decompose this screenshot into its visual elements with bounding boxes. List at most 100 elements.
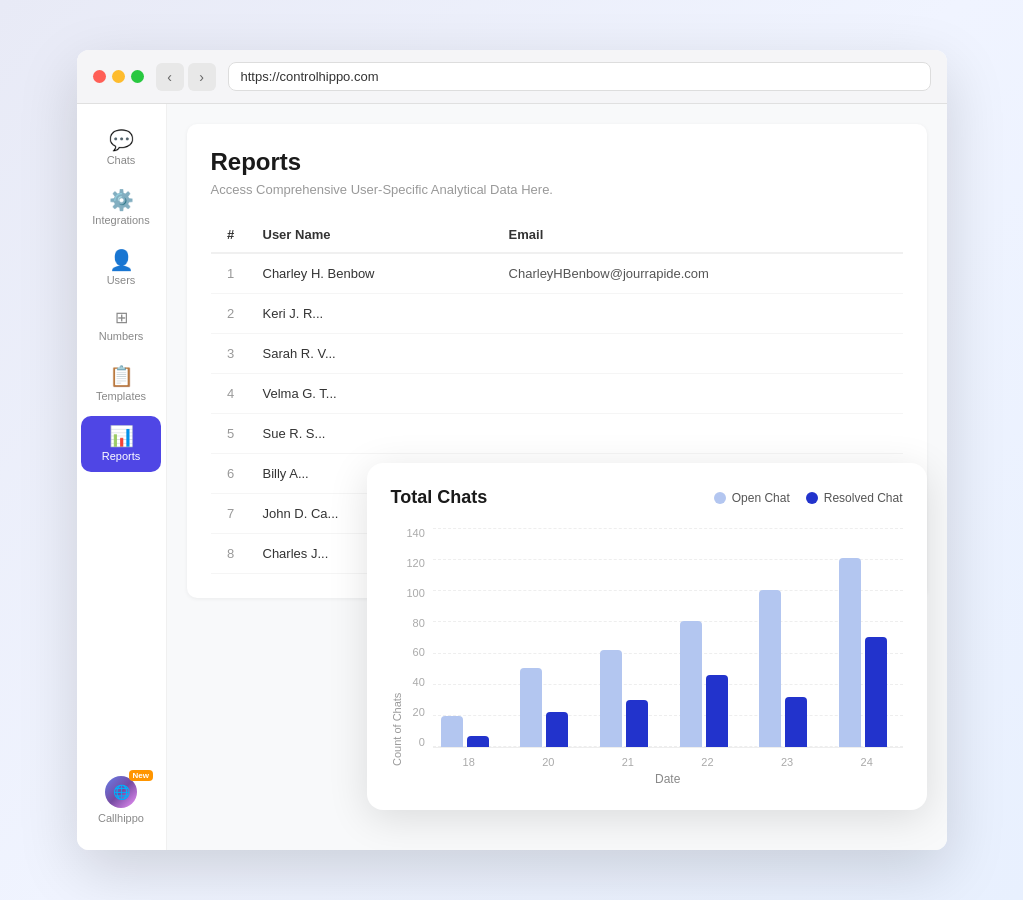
y-label: 20 xyxy=(413,707,425,718)
row-num: 1 xyxy=(211,253,251,294)
resolved-bar xyxy=(706,675,728,747)
y-axis-title: Count of Chats xyxy=(391,528,403,766)
sidebar-label-callhippo: Callhippo xyxy=(98,812,144,824)
browser-window: ‹ › https://controlhippo.com 💬 Chats ⚙️ … xyxy=(77,50,947,850)
forward-button[interactable]: › xyxy=(188,63,216,91)
chart-legend: Open Chat Resolved Chat xyxy=(714,491,903,505)
open-bar xyxy=(520,668,542,747)
bar-group xyxy=(759,590,815,747)
y-label: 60 xyxy=(413,647,425,658)
y-label: 140 xyxy=(407,528,425,539)
sidebar-label-chats: Chats xyxy=(107,154,136,166)
chats-icon: 💬 xyxy=(109,130,134,150)
sidebar-item-reports[interactable]: 📊 Reports xyxy=(81,416,161,472)
templates-icon: 📋 xyxy=(109,366,134,386)
grid-line xyxy=(433,528,903,529)
bar-group xyxy=(441,716,497,747)
chart-panel: Total Chats Open Chat Resolved Chat xyxy=(367,463,927,810)
row-email xyxy=(497,374,903,414)
x-label: 20 xyxy=(520,756,576,768)
row-name: Sue R. S... xyxy=(251,414,497,454)
open-chat-dot xyxy=(714,492,726,504)
row-name: Keri J. R... xyxy=(251,294,497,334)
y-axis: 140 120 100 80 60 40 20 0 xyxy=(407,528,433,748)
row-email xyxy=(497,414,903,454)
main-content: Reports Access Comprehensive User-Specif… xyxy=(167,104,947,850)
x-label: 24 xyxy=(839,756,895,768)
sidebar-label-integrations: Integrations xyxy=(92,214,149,226)
grid-line xyxy=(433,715,903,716)
y-label: 0 xyxy=(419,737,425,748)
table-row: 2 Keri J. R... xyxy=(211,294,903,334)
sidebar-label-templates: Templates xyxy=(96,390,146,402)
open-bar xyxy=(441,716,463,747)
col-header-email: Email xyxy=(497,217,903,253)
x-axis-title: Date xyxy=(433,772,903,786)
resolved-bar xyxy=(467,736,489,747)
bar-group xyxy=(839,558,895,747)
browser-chrome: ‹ › https://controlhippo.com xyxy=(77,50,947,104)
x-label: 18 xyxy=(441,756,497,768)
chart-bars-container xyxy=(433,528,903,748)
row-email xyxy=(497,294,903,334)
chart-title: Total Chats xyxy=(391,487,488,508)
y-label: 120 xyxy=(407,558,425,569)
y-label: 40 xyxy=(413,677,425,688)
sidebar-item-callhippo[interactable]: New 🌐 Callhippo xyxy=(81,766,161,834)
resolved-bar xyxy=(865,637,887,747)
numbers-icon: ⊞ xyxy=(115,310,128,326)
reports-title: Reports xyxy=(211,148,903,176)
sidebar-item-numbers[interactable]: ⊞ Numbers xyxy=(81,300,161,352)
sidebar-item-chats[interactable]: 💬 Chats xyxy=(81,120,161,176)
users-icon: 👤 xyxy=(109,250,134,270)
reports-icon: 📊 xyxy=(109,426,134,446)
col-header-num: # xyxy=(211,217,251,253)
bar-group xyxy=(680,621,736,747)
open-bar xyxy=(839,558,861,747)
table-row: 3 Sarah R. V... xyxy=(211,334,903,374)
bar-group xyxy=(520,668,576,747)
x-label: 23 xyxy=(759,756,815,768)
back-button[interactable]: ‹ xyxy=(156,63,184,91)
open-bar xyxy=(600,650,622,747)
grid-line xyxy=(433,684,903,685)
row-num: 8 xyxy=(211,534,251,574)
table-row: 4 Velma G. T... xyxy=(211,374,903,414)
chart-header: Total Chats Open Chat Resolved Chat xyxy=(391,487,903,508)
sidebar-label-users: Users xyxy=(107,274,136,286)
close-button[interactable] xyxy=(93,70,106,83)
x-label: 21 xyxy=(600,756,656,768)
sidebar-label-reports: Reports xyxy=(102,450,141,462)
grid-line xyxy=(433,653,903,654)
table-row: 5 Sue R. S... xyxy=(211,414,903,454)
nav-buttons: ‹ › xyxy=(156,63,216,91)
row-num: 6 xyxy=(211,454,251,494)
url-bar[interactable]: https://controlhippo.com xyxy=(228,62,931,91)
row-email: CharleyHBenbow@jourrapide.com xyxy=(497,253,903,294)
y-label: 80 xyxy=(413,618,425,629)
chart-wrapper: Count of Chats 140 120 100 80 60 40 20 0 18 20 21… xyxy=(391,528,903,786)
maximize-button[interactable] xyxy=(131,70,144,83)
y-label: 100 xyxy=(407,588,425,599)
resolved-bar xyxy=(626,700,648,747)
sidebar: 💬 Chats ⚙️ Integrations 👤 Users ⊞ Number… xyxy=(77,104,167,850)
minimize-button[interactable] xyxy=(112,70,125,83)
row-num: 4 xyxy=(211,374,251,414)
browser-content: 💬 Chats ⚙️ Integrations 👤 Users ⊞ Number… xyxy=(77,104,947,850)
resolved-chat-dot xyxy=(806,492,818,504)
resolved-bar xyxy=(785,697,807,747)
row-num: 5 xyxy=(211,414,251,454)
row-name: Velma G. T... xyxy=(251,374,497,414)
legend-resolved-chat: Resolved Chat xyxy=(806,491,903,505)
sidebar-item-integrations[interactable]: ⚙️ Integrations xyxy=(81,180,161,236)
open-chat-label: Open Chat xyxy=(732,491,790,505)
open-bar xyxy=(759,590,781,747)
row-name: Sarah R. V... xyxy=(251,334,497,374)
row-email xyxy=(497,334,903,374)
row-num: 3 xyxy=(211,334,251,374)
sidebar-item-templates[interactable]: 📋 Templates xyxy=(81,356,161,412)
sidebar-label-numbers: Numbers xyxy=(99,330,144,342)
sidebar-item-users[interactable]: 👤 Users xyxy=(81,240,161,296)
table-row: 1 Charley H. Benbow CharleyHBenbow@jourr… xyxy=(211,253,903,294)
reports-subtitle: Access Comprehensive User-Specific Analy… xyxy=(211,182,903,197)
